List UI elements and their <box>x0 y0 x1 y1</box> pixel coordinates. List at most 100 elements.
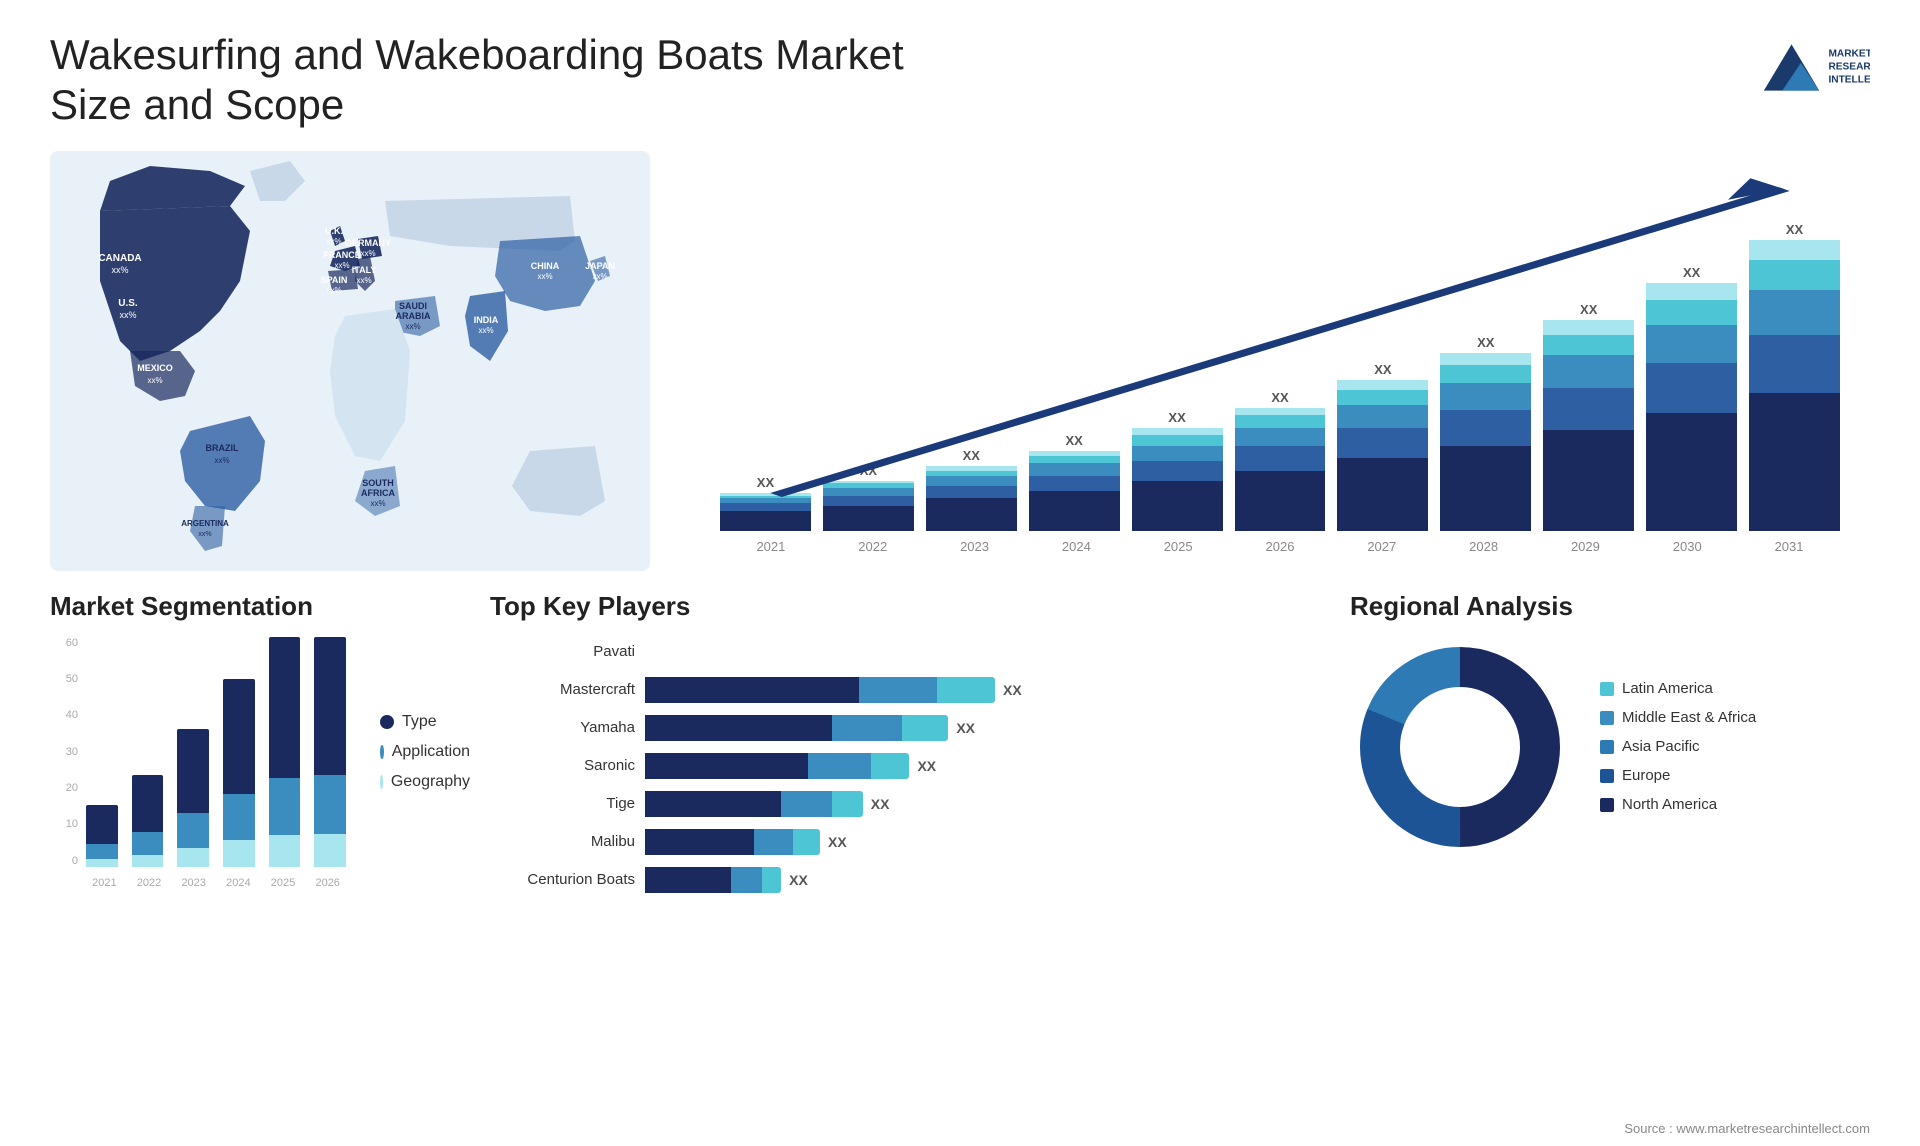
bar-segment <box>1543 335 1634 355</box>
bar-segment <box>1132 481 1223 531</box>
bar-xx-label: XX <box>1683 265 1700 280</box>
legend-europe: Europe <box>1600 767 1756 784</box>
player-bar-segment <box>859 677 937 703</box>
seg-bar-group <box>219 637 259 867</box>
bar-segment <box>1440 365 1531 383</box>
x-axis-label: 2031 <box>1738 539 1840 554</box>
svg-text:xx%: xx% <box>356 276 371 285</box>
svg-text:xx%: xx% <box>326 237 341 246</box>
seg-geography-bar <box>269 835 301 867</box>
x-axis-label: 2021 <box>720 539 822 554</box>
bar-segment <box>1543 320 1634 335</box>
segmentation-title: Market Segmentation <box>50 591 470 622</box>
svg-text:U.K.: U.K. <box>325 226 343 236</box>
player-name: Malibu <box>490 833 635 850</box>
legend-mea: Middle East & Africa <box>1600 709 1756 726</box>
legend-dot-europe <box>1600 769 1614 783</box>
player-name: Mastercraft <box>490 681 635 698</box>
seg-application-bar <box>86 844 118 859</box>
players-title: Top Key Players <box>490 591 1330 622</box>
seg-bar-stack <box>86 805 118 866</box>
regional-legend: Latin America Middle East & Africa Asia … <box>1600 680 1756 813</box>
svg-text:MARKET: MARKET <box>1828 48 1870 59</box>
bar-segment <box>1749 290 1840 335</box>
seg-application-bar <box>269 778 301 835</box>
legend-label-mea: Middle East & Africa <box>1622 709 1756 726</box>
player-row: Pavati <box>490 637 1330 667</box>
x-axis-label: 2029 <box>1535 539 1637 554</box>
bar-segment <box>1543 355 1634 388</box>
seg-chart-area: 0 10 20 30 40 50 60 20212022202320242025… <box>50 637 470 897</box>
bar-segment <box>1749 260 1840 290</box>
player-bar-container: XX <box>645 715 1330 741</box>
svg-text:GERMANY: GERMANY <box>345 238 391 248</box>
bar-segment <box>1029 456 1120 464</box>
players-section: Top Key Players PavatiMastercraftXXYamah… <box>490 591 1330 897</box>
bar-xx-label: XX <box>963 448 980 463</box>
bar-segment <box>1132 435 1223 445</box>
legend-label-application: Application <box>392 743 470 761</box>
seg-bar-group <box>82 637 122 867</box>
legend-dot-asia <box>1600 740 1614 754</box>
seg-geography-bar <box>86 859 118 867</box>
bar-segment <box>1235 415 1326 428</box>
legend-label-asia: Asia Pacific <box>1622 738 1700 755</box>
legend-dot-latin <box>1600 682 1614 696</box>
bar-segment <box>1646 325 1737 363</box>
player-xx-label: XX <box>828 834 847 850</box>
player-name: Saronic <box>490 757 635 774</box>
bar-xx-label: XX <box>1786 222 1803 237</box>
seg-application-bar <box>177 813 209 848</box>
player-bar-segment <box>645 867 731 893</box>
legend-label-geography: Geography <box>391 773 470 791</box>
seg-bar-stack <box>269 637 301 867</box>
regional-title: Regional Analysis <box>1350 591 1870 622</box>
player-bar-segment <box>754 829 793 855</box>
svg-text:xx%: xx% <box>405 322 420 331</box>
player-bar <box>645 791 863 817</box>
seg-x-label: 2022 <box>127 877 172 889</box>
legend-dot-geography <box>380 775 383 789</box>
page-title: Wakesurfing and Wakeboarding Boats Marke… <box>50 30 950 131</box>
player-row: Malibu XX <box>490 827 1330 857</box>
seg-bar-group <box>265 637 305 867</box>
svg-text:CANADA: CANADA <box>98 253 141 264</box>
bar-segment <box>1235 446 1326 471</box>
player-bar-segment <box>793 829 820 855</box>
player-xx-label: XX <box>871 796 890 812</box>
bar-stack <box>1646 283 1737 531</box>
player-name: Centurion Boats <box>490 871 635 888</box>
seg-bar-group <box>310 637 350 867</box>
svg-text:AFRICA: AFRICA <box>361 488 395 498</box>
bar-stack <box>1132 428 1223 531</box>
donut-chart-svg <box>1350 637 1570 857</box>
svg-text:xx%: xx% <box>537 272 552 281</box>
x-axis-label: 2026 <box>1229 539 1331 554</box>
svg-text:SAUDI: SAUDI <box>399 301 427 311</box>
bar-segment <box>1132 446 1223 461</box>
svg-text:xx%: xx% <box>592 272 607 281</box>
bar-group: XX <box>1543 302 1634 531</box>
bar-segment <box>1646 363 1737 413</box>
bar-segment <box>1543 430 1634 530</box>
bar-xx-label: XX <box>1477 335 1494 350</box>
seg-chart <box>82 637 350 867</box>
bar-xx-label: XX <box>1066 433 1083 448</box>
player-row: Centurion BoatsXX <box>490 865 1330 895</box>
legend-label-europe: Europe <box>1622 767 1670 784</box>
player-row: SaronicXX <box>490 751 1330 781</box>
bar-stack <box>720 493 811 531</box>
bar-segment <box>1337 390 1428 405</box>
seg-x-label: 2024 <box>216 877 261 889</box>
bar-group: XX <box>926 448 1017 531</box>
bar-stack <box>1337 380 1428 530</box>
seg-bar-stack <box>132 775 164 867</box>
svg-text:xx%: xx% <box>147 376 162 385</box>
market-size-chart: XXXXXXXXXXXXXXXXXXXXXX 20212022202320242… <box>670 151 1870 571</box>
bar-group: XX <box>1235 390 1326 531</box>
bar-stack <box>926 466 1017 531</box>
x-axis-label: 2027 <box>1331 539 1433 554</box>
bar-group: XX <box>1749 222 1840 531</box>
bar-segment <box>1646 283 1737 301</box>
svg-text:CHINA: CHINA <box>531 261 560 271</box>
